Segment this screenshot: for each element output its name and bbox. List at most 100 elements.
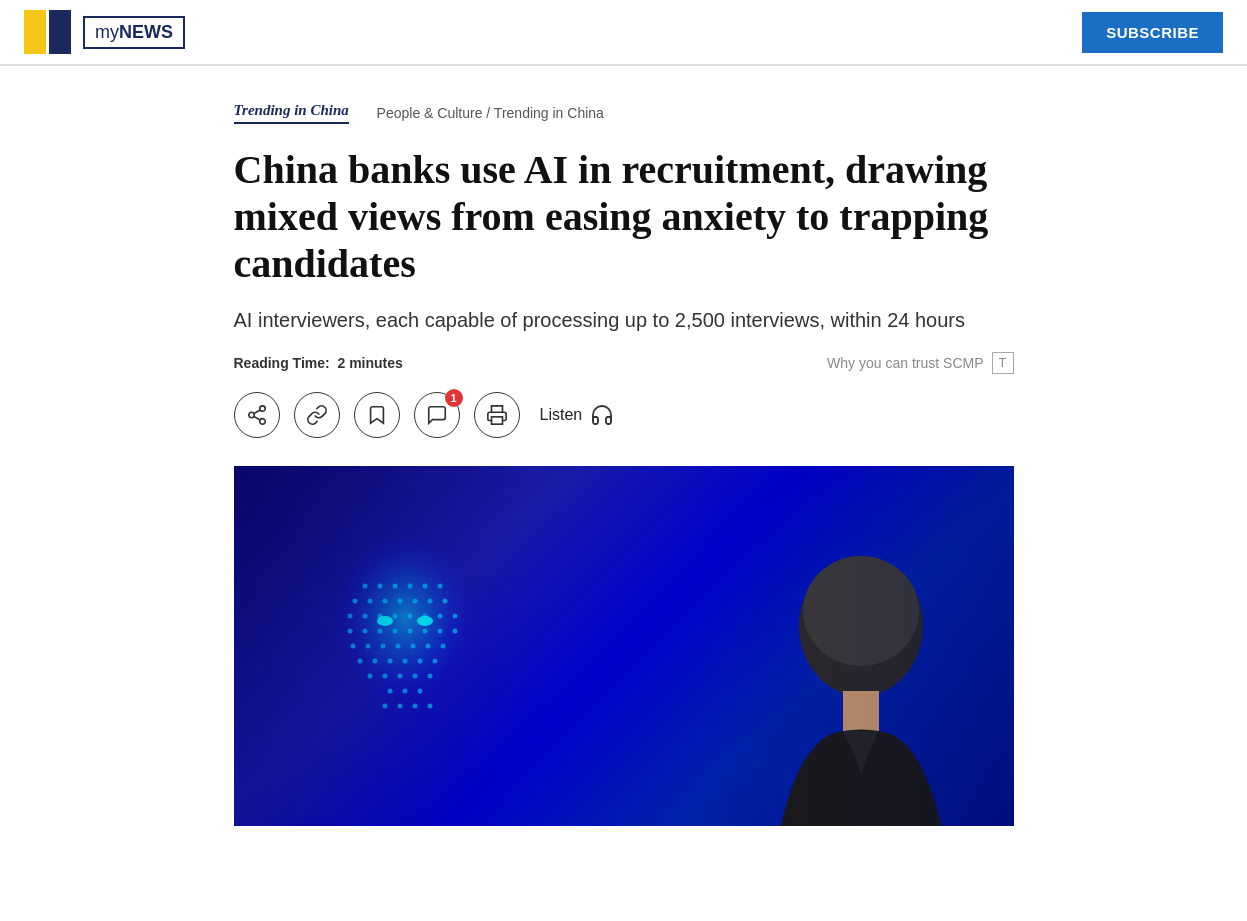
svg-point-31 [393, 628, 398, 633]
breadcrumb: Trending in China People & Culture / Tre… [234, 102, 1014, 124]
print-icon [486, 404, 508, 426]
trust-icon: T [992, 352, 1014, 374]
bookmark-button[interactable] [354, 392, 400, 438]
svg-point-46 [403, 658, 408, 663]
svg-point-27 [453, 613, 458, 618]
print-button[interactable] [474, 392, 520, 438]
svg-point-43 [358, 658, 363, 663]
svg-point-30 [378, 628, 383, 633]
logo-yellow-square [24, 10, 46, 54]
link-icon [306, 404, 328, 426]
comment-icon [426, 404, 448, 426]
reading-time: Reading Time: 2 minutes [234, 355, 403, 371]
article-actions: 1 Listen [234, 392, 1014, 438]
svg-point-32 [408, 628, 413, 633]
svg-point-13 [353, 598, 358, 603]
reading-time-value: 2 minutes [337, 355, 402, 371]
comment-badge: 1 [445, 389, 463, 407]
svg-point-6 [333, 538, 477, 714]
article-meta: Reading Time: 2 minutes Why you can trus… [234, 352, 1014, 374]
svg-point-37 [366, 643, 371, 648]
breadcrumb-path[interactable]: People & Culture / Trending in China [377, 105, 604, 121]
svg-point-42 [441, 643, 446, 648]
svg-point-1 [248, 412, 254, 418]
svg-point-45 [388, 658, 393, 663]
subscribe-button[interactable]: SUBSCRIBE [1082, 12, 1223, 53]
svg-point-64 [803, 556, 919, 666]
svg-point-58 [398, 703, 403, 708]
copy-link-button[interactable] [294, 392, 340, 438]
svg-point-0 [259, 405, 265, 411]
svg-point-33 [423, 628, 428, 633]
svg-point-48 [433, 658, 438, 663]
listen-label: Listen [540, 406, 583, 424]
svg-point-2 [259, 418, 265, 424]
svg-line-3 [253, 416, 259, 420]
svg-point-39 [396, 643, 401, 648]
svg-point-14 [368, 598, 373, 603]
svg-point-19 [443, 598, 448, 603]
svg-point-20 [348, 613, 353, 618]
svg-point-24 [408, 613, 413, 618]
svg-point-16 [398, 598, 403, 603]
breadcrumb-separator [359, 105, 367, 121]
svg-point-15 [383, 598, 388, 603]
logo-news: NEWS [119, 22, 173, 42]
logo-my: my [95, 22, 119, 42]
svg-point-10 [408, 583, 413, 588]
person-silhouette-graphic [771, 546, 951, 826]
article-content: Trending in China People & Culture / Tre… [174, 66, 1074, 866]
svg-point-18 [428, 598, 433, 603]
svg-point-52 [413, 673, 418, 678]
svg-rect-5 [491, 416, 502, 423]
header-logo-area: myNEWS [24, 10, 185, 54]
svg-point-9 [393, 583, 398, 588]
svg-point-11 [423, 583, 428, 588]
logo-navy-square [49, 10, 71, 54]
svg-point-44 [373, 658, 378, 663]
svg-point-62 [417, 616, 433, 626]
svg-point-51 [398, 673, 403, 678]
site-header: myNEWS SUBSCRIBE [0, 0, 1247, 66]
svg-point-53 [428, 673, 433, 678]
svg-point-17 [413, 598, 418, 603]
ai-face-graphic [305, 516, 505, 776]
share-button[interactable] [234, 392, 280, 438]
svg-point-26 [438, 613, 443, 618]
svg-point-54 [388, 688, 393, 693]
svg-point-38 [381, 643, 386, 648]
share-icon [246, 404, 268, 426]
comments-button[interactable]: 1 [414, 392, 460, 438]
svg-line-4 [253, 410, 259, 414]
trust-label: Why you can trust SCMP [827, 355, 983, 371]
trust-badge[interactable]: Why you can trust SCMP T [827, 352, 1013, 374]
svg-point-50 [383, 673, 388, 678]
svg-point-21 [363, 613, 368, 618]
svg-point-29 [363, 628, 368, 633]
hero-image [234, 466, 1014, 826]
logo-squares [24, 10, 71, 54]
svg-point-8 [378, 583, 383, 588]
svg-point-34 [438, 628, 443, 633]
svg-point-47 [418, 658, 423, 663]
headphones-icon [590, 403, 614, 427]
svg-point-41 [426, 643, 431, 648]
breadcrumb-section[interactable]: Trending in China [234, 102, 349, 124]
svg-point-28 [348, 628, 353, 633]
svg-point-12 [438, 583, 443, 588]
svg-point-55 [403, 688, 408, 693]
svg-point-56 [418, 688, 423, 693]
article-subtitle: AI interviewers, each capable of process… [234, 306, 1014, 334]
svg-point-7 [363, 583, 368, 588]
svg-point-57 [383, 703, 388, 708]
svg-point-59 [413, 703, 418, 708]
svg-point-23 [393, 613, 398, 618]
reading-time-label: Reading Time: [234, 355, 330, 371]
svg-point-49 [368, 673, 373, 678]
bookmark-icon [366, 404, 388, 426]
logo-text[interactable]: myNEWS [83, 16, 185, 49]
svg-point-61 [377, 616, 393, 626]
article-title: China banks use AI in recruitment, drawi… [234, 146, 1014, 288]
listen-button[interactable]: Listen [540, 403, 615, 427]
svg-point-60 [428, 703, 433, 708]
